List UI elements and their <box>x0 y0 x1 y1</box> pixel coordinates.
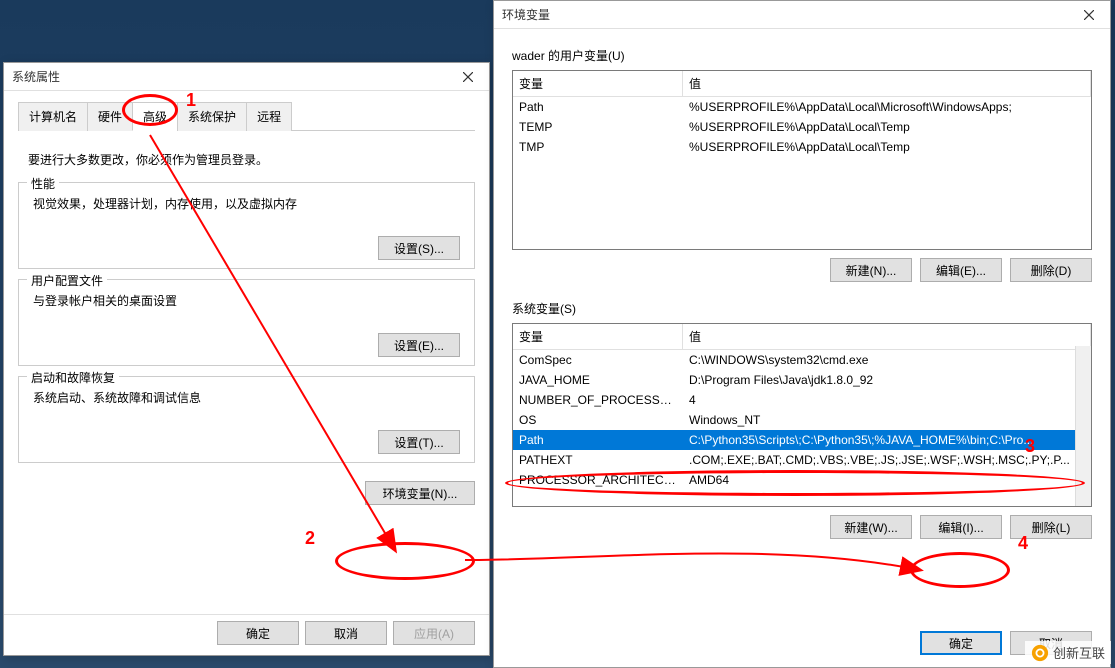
user-vars-list[interactable]: 变量 值 Path%USERPROFILE%\AppData\Local\Mic… <box>512 70 1092 250</box>
var-name: PROCESSOR_ARCHITECT... <box>513 470 683 490</box>
annotation-3: 3 <box>1025 436 1035 457</box>
table-row[interactable]: JAVA_HOMED:\Program Files\Java\jdk1.8.0_… <box>513 370 1091 390</box>
var-name: TEMP <box>513 117 683 137</box>
col-variable[interactable]: 变量 <box>513 324 683 349</box>
titlebar: 系统属性 <box>4 63 489 91</box>
watermark: 创新互联 <box>1025 641 1111 664</box>
user-new-button[interactable]: 新建(N)... <box>830 258 912 282</box>
sys-vars-list[interactable]: 变量 值 ComSpecC:\WINDOWS\system32\cmd.exeJ… <box>512 323 1092 507</box>
table-row[interactable]: Path%USERPROFILE%\AppData\Local\Microsof… <box>513 97 1091 117</box>
annotation-2: 2 <box>305 528 315 549</box>
tab-computer-name[interactable]: 计算机名 <box>18 102 88 131</box>
col-variable[interactable]: 变量 <box>513 71 683 96</box>
annotation-4: 4 <box>1018 533 1028 554</box>
tab-remote[interactable]: 远程 <box>246 102 292 131</box>
var-value: 4 <box>683 390 1091 410</box>
close-icon[interactable] <box>449 66 487 88</box>
window-title: 环境变量 <box>502 6 550 23</box>
tab-bar: 计算机名 硬件 高级 系统保护 远程 <box>18 101 475 131</box>
var-value: C:\WINDOWS\system32\cmd.exe <box>683 350 1091 370</box>
group-startup-recovery: 启动和故障恢复 系统启动、系统故障和调试信息 设置(T)... <box>18 376 475 463</box>
list-header: 变量 值 <box>513 71 1091 97</box>
group-desc: 系统启动、系统故障和调试信息 <box>33 389 460 406</box>
var-value: D:\Program Files\Java\jdk1.8.0_92 <box>683 370 1091 390</box>
apply-button[interactable]: 应用(A) <box>393 621 475 645</box>
group-legend: 性能 <box>27 175 59 192</box>
var-value: %USERPROFILE%\AppData\Local\Microsoft\Wi… <box>683 97 1091 117</box>
col-value[interactable]: 值 <box>683 324 1091 349</box>
close-icon[interactable] <box>1070 4 1108 26</box>
table-row[interactable]: PathC:\Python35\Scripts\;C:\Python35\;%J… <box>513 430 1091 450</box>
var-name: ComSpec <box>513 350 683 370</box>
table-row[interactable]: PATHEXT.COM;.EXE;.BAT;.CMD;.VBS;.VBE;.JS… <box>513 450 1091 470</box>
tab-hardware[interactable]: 硬件 <box>87 102 133 131</box>
cancel-button[interactable]: 取消 <box>305 621 387 645</box>
var-value: %USERPROFILE%\AppData\Local\Temp <box>683 137 1091 157</box>
user-edit-button[interactable]: 编辑(E)... <box>920 258 1002 282</box>
group-desc: 视觉效果，处理器计划，内存使用，以及虚拟内存 <box>33 195 460 212</box>
list-header: 变量 值 <box>513 324 1091 350</box>
var-value: %USERPROFILE%\AppData\Local\Temp <box>683 117 1091 137</box>
tab-advanced[interactable]: 高级 <box>132 102 178 131</box>
sys-edit-button[interactable]: 编辑(I)... <box>920 515 1002 539</box>
group-user-profiles: 用户配置文件 与登录帐户相关的桌面设置 设置(E)... <box>18 279 475 366</box>
var-name: TMP <box>513 137 683 157</box>
table-row[interactable]: PROCESSOR_ARCHITECT...AMD64 <box>513 470 1091 490</box>
window-title: 系统属性 <box>12 68 60 85</box>
group-desc: 与登录帐户相关的桌面设置 <box>33 292 460 309</box>
environment-variables-button[interactable]: 环境变量(N)... <box>365 481 475 505</box>
var-value: Windows_NT <box>683 410 1091 430</box>
titlebar: 环境变量 <box>494 1 1110 29</box>
environment-variables-window: 环境变量 wader 的用户变量(U) 变量 值 Path%USERPROFIL… <box>493 0 1111 668</box>
ok-button[interactable]: 确定 <box>920 631 1002 655</box>
table-row[interactable]: OSWindows_NT <box>513 410 1091 430</box>
var-name: PATHEXT <box>513 450 683 470</box>
dialog-footer: 确定 取消 应用(A) <box>4 614 489 655</box>
table-row[interactable]: TMP%USERPROFILE%\AppData\Local\Temp <box>513 137 1091 157</box>
var-name: JAVA_HOME <box>513 370 683 390</box>
ok-button[interactable]: 确定 <box>217 621 299 645</box>
col-value[interactable]: 值 <box>683 71 1091 96</box>
startup-settings-button[interactable]: 设置(T)... <box>378 430 460 454</box>
var-name: NUMBER_OF_PROCESSORS <box>513 390 683 410</box>
profile-settings-button[interactable]: 设置(E)... <box>378 333 460 357</box>
var-name: Path <box>513 97 683 117</box>
table-row[interactable]: ComSpecC:\WINDOWS\system32\cmd.exe <box>513 350 1091 370</box>
admin-note: 要进行大多数更改，你必须作为管理员登录。 <box>28 151 475 168</box>
table-row[interactable]: TEMP%USERPROFILE%\AppData\Local\Temp <box>513 117 1091 137</box>
sys-new-button[interactable]: 新建(W)... <box>830 515 912 539</box>
table-row[interactable]: NUMBER_OF_PROCESSORS4 <box>513 390 1091 410</box>
group-legend: 用户配置文件 <box>27 272 107 289</box>
group-performance: 性能 视觉效果，处理器计划，内存使用，以及虚拟内存 设置(S)... <box>18 182 475 269</box>
var-name: OS <box>513 410 683 430</box>
var-value: AMD64 <box>683 470 1091 490</box>
user-delete-button[interactable]: 删除(D) <box>1010 258 1092 282</box>
user-vars-label: wader 的用户变量(U) <box>512 47 1092 64</box>
scrollbar[interactable] <box>1075 346 1091 506</box>
system-properties-window: 系统属性 计算机名 硬件 高级 系统保护 远程 要进行大多数更改，你必须作为管理… <box>3 62 490 656</box>
group-legend: 启动和故障恢复 <box>27 369 119 386</box>
perf-settings-button[interactable]: 设置(S)... <box>378 236 460 260</box>
annotation-1: 1 <box>186 90 196 111</box>
var-name: Path <box>513 430 683 450</box>
sys-vars-label: 系统变量(S) <box>512 300 1092 317</box>
